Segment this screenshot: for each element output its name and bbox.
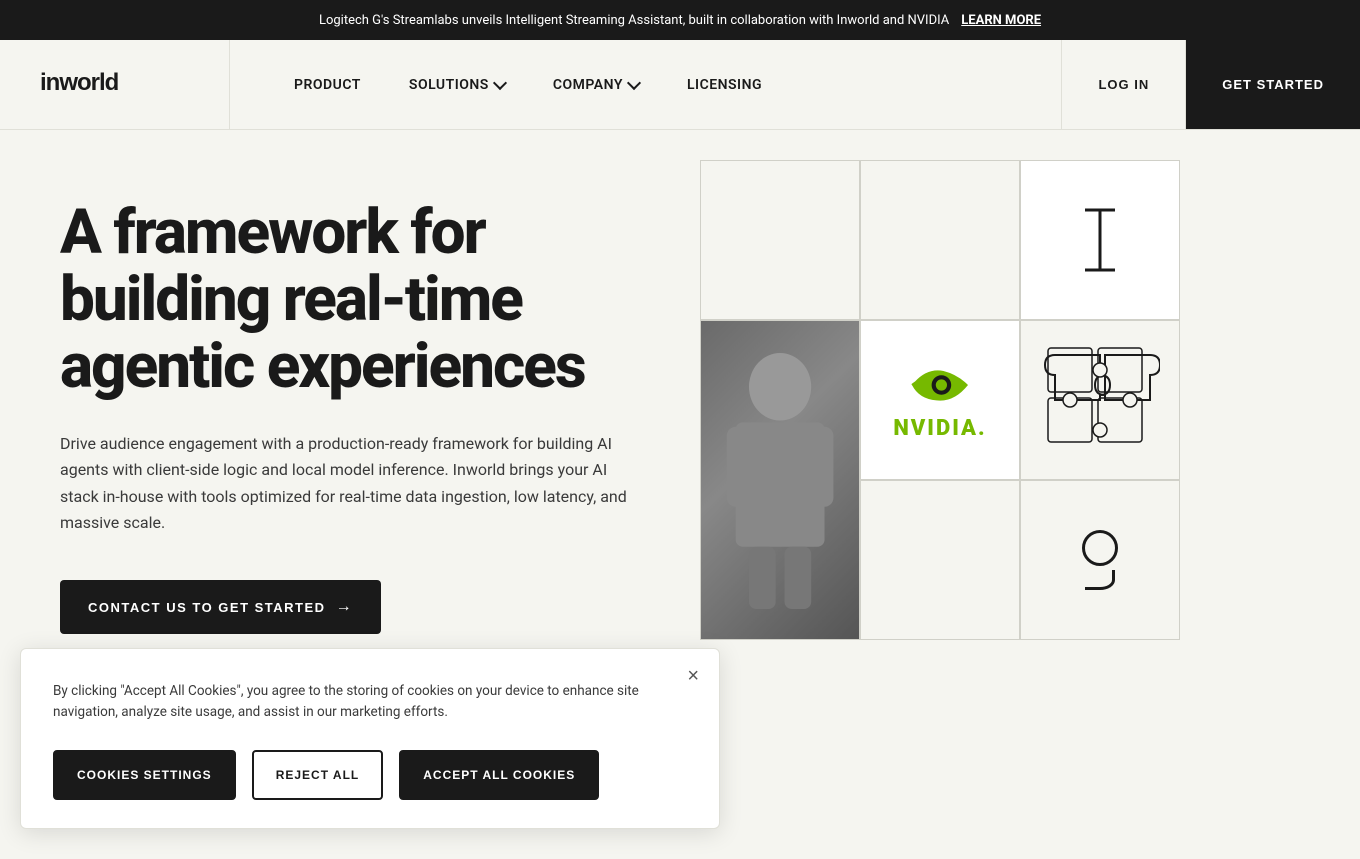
circle-icon — [1082, 530, 1118, 566]
nav-licensing[interactable]: LICENSING — [663, 40, 786, 129]
nav-solutions[interactable]: SOLUTIONS — [385, 40, 529, 129]
nav-company[interactable]: COMPANY — [529, 40, 663, 129]
nav-actions: LOG IN GET STARTED — [1061, 40, 1360, 129]
learn-more-link[interactable]: LEARN MORE — [961, 13, 1041, 28]
cookie-banner: × By clicking "Accept All Cookies", you … — [20, 648, 720, 829]
nav-product[interactable]: PRODUCT — [270, 40, 385, 129]
reject-all-button[interactable]: REJECT ALL — [252, 750, 384, 800]
nvidia-logo: NVIDIA. — [893, 360, 986, 441]
cookies-settings-button[interactable]: COOKIES SETTINGS — [53, 750, 236, 800]
nav-links: PRODUCT SOLUTIONS COMPANY LICENSING — [230, 40, 1061, 129]
navbar: inworld PRODUCT SOLUTIONS COMPANY LICENS… — [0, 40, 1360, 130]
logo-area: inworld — [0, 40, 230, 129]
login-button[interactable]: LOG IN — [1062, 40, 1186, 129]
solutions-chevron-icon — [493, 76, 507, 90]
mosaic-cell-empty-1 — [700, 160, 860, 320]
hero-title: A framework for building real-time agent… — [60, 200, 640, 401]
person-photo — [701, 321, 859, 639]
curve-icon — [1085, 570, 1115, 590]
accept-all-button[interactable]: ACCEPT ALL COOKIES — [399, 750, 599, 800]
symbol-decoration — [1082, 530, 1118, 590]
svg-text:inworld: inworld — [40, 69, 119, 96]
mosaic-cell-empty-3 — [860, 480, 1020, 640]
cookie-close-button[interactable]: × — [687, 665, 699, 688]
announcement-text: Logitech G's Streamlabs unveils Intellig… — [319, 13, 949, 28]
get-started-button[interactable]: GET STARTED — [1186, 40, 1360, 129]
arrow-icon: → — [336, 598, 354, 616]
puzzle-icon — [1040, 340, 1160, 460]
cta-button[interactable]: CONTACT US TO GET STARTED → — [60, 580, 381, 634]
hero-subtitle: Drive audience engagement with a product… — [60, 431, 640, 537]
text-cursor-icon — [1070, 200, 1130, 280]
cookie-buttons: COOKIES SETTINGS REJECT ALL ACCEPT ALL C… — [53, 750, 687, 800]
cookie-text: By clicking "Accept All Cookies", you ag… — [53, 681, 687, 724]
mosaic-cell-puzzle — [1020, 320, 1180, 480]
company-chevron-icon — [627, 76, 641, 90]
mosaic-cell-empty-2 — [860, 160, 1020, 320]
mosaic-cell-symbol — [1020, 480, 1180, 640]
hero-mosaic: NVIDIA. — [700, 160, 1180, 859]
mosaic-cell-nvidia: NVIDIA. — [860, 320, 1020, 480]
logo[interactable]: inworld — [40, 68, 170, 102]
nvidia-wordmark: NVIDIA. — [893, 416, 986, 441]
nvidia-eye-icon — [905, 360, 975, 410]
mosaic-cell-photo — [700, 320, 860, 640]
announcement-bar: Logitech G's Streamlabs unveils Intellig… — [0, 0, 1360, 40]
cta-label: CONTACT US TO GET STARTED — [88, 600, 326, 615]
mosaic-cell-cursor — [1020, 160, 1180, 320]
